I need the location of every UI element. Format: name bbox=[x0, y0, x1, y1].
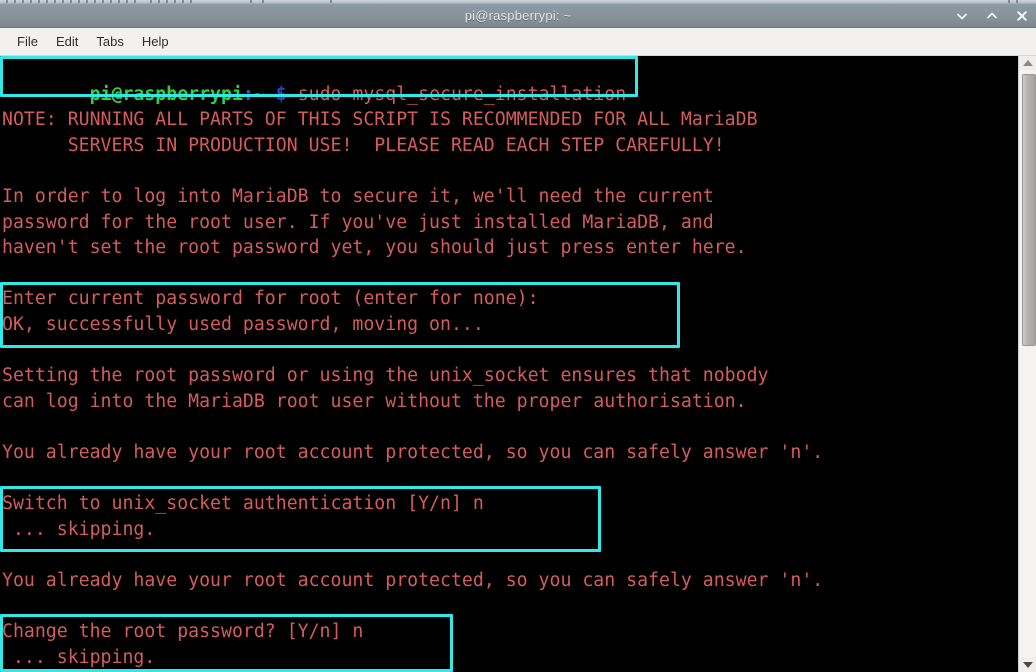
scrollbar[interactable] bbox=[1018, 56, 1036, 672]
terminal-line: NOTE: RUNNING ALL PARTS OF THIS SCRIPT I… bbox=[2, 109, 758, 131]
terminal-line: In order to log into MariaDB to secure i… bbox=[2, 185, 714, 207]
prompt-line: pi@raspberrypi:~ $ sudo mysql_secure_ins… bbox=[0, 56, 1018, 105]
strip-tick bbox=[126, 0, 128, 3]
scrollbar-track[interactable] bbox=[1020, 70, 1036, 658]
strip-tick bbox=[1016, 0, 1018, 3]
scrollbar-up-button[interactable] bbox=[1019, 56, 1036, 70]
window-controls bbox=[954, 4, 1030, 28]
terminal-line: SERVERS IN PRODUCTION USE! PLEASE READ E… bbox=[2, 134, 725, 156]
maximize-icon[interactable] bbox=[984, 8, 1000, 24]
menu-item-edit[interactable]: Edit bbox=[47, 31, 87, 52]
strip-tick bbox=[250, 0, 252, 3]
title-bar[interactable]: pi@raspberrypi: ~ bbox=[0, 4, 1036, 28]
strip-tick bbox=[1008, 0, 1010, 3]
scrollbar-down-button[interactable] bbox=[1019, 658, 1036, 672]
window-title: pi@raspberrypi: ~ bbox=[464, 8, 572, 23]
terminal-line: You already have your root account prote… bbox=[2, 569, 824, 591]
strip-tick bbox=[110, 0, 112, 3]
strip-tick bbox=[158, 0, 160, 3]
close-icon[interactable] bbox=[1014, 8, 1030, 24]
terminal-line: OK, successfully used password, moving o… bbox=[2, 313, 484, 335]
terminal-output[interactable]: pi@raspberrypi:~ $ sudo mysql_secure_ins… bbox=[0, 56, 1018, 672]
strip-tick bbox=[6, 0, 8, 3]
strip-tick bbox=[86, 0, 88, 3]
prompt-user-host: pi@raspberrypi bbox=[89, 83, 243, 105]
strip-tick bbox=[330, 0, 332, 3]
terminal-line: Switch to unix_socket authentication [Y/… bbox=[2, 493, 484, 515]
terminal-window: pi@raspberrypi: ~ File Edit Tabs Help pi… bbox=[0, 0, 1036, 672]
terminal-line: password for the root user. If you've ju… bbox=[2, 211, 714, 233]
strip-tick bbox=[22, 0, 24, 3]
strip-tick bbox=[134, 0, 136, 3]
menu-bar: File Edit Tabs Help bbox=[0, 28, 1036, 56]
scroll-down-icon bbox=[1022, 662, 1033, 668]
scroll-up-icon bbox=[1022, 60, 1033, 66]
scrollbar-thumb[interactable] bbox=[1022, 74, 1036, 346]
prompt-sigil: $ bbox=[275, 83, 287, 105]
strip-tick bbox=[62, 0, 64, 3]
minimize-icon[interactable] bbox=[954, 8, 970, 24]
prompt-path: :~ bbox=[242, 83, 265, 105]
terminal-line: Change the root password? [Y/n] n bbox=[2, 621, 364, 643]
strip-tick bbox=[166, 0, 168, 3]
strip-tick bbox=[174, 0, 176, 3]
strip-tick bbox=[78, 0, 80, 3]
terminal-line: Enter current password for root (enter f… bbox=[2, 288, 539, 310]
terminal-text: pi@raspberrypi:~ $ sudo mysql_secure_ins… bbox=[0, 56, 1018, 670]
terminal-line: ... skipping. bbox=[2, 646, 156, 668]
menu-item-tabs[interactable]: Tabs bbox=[87, 31, 132, 52]
menu-item-file[interactable]: File bbox=[8, 31, 47, 52]
strip-tick bbox=[182, 0, 184, 3]
strip-tick bbox=[94, 0, 96, 3]
strip-tick bbox=[262, 0, 264, 3]
terminal-line: haven't set the root password yet, you s… bbox=[2, 237, 747, 259]
prompt-command: sudo mysql_secure_installation bbox=[297, 83, 627, 105]
strip-tick bbox=[46, 0, 48, 3]
strip-tick bbox=[102, 0, 104, 3]
strip-tick bbox=[150, 0, 152, 3]
menu-item-help[interactable]: Help bbox=[133, 31, 178, 52]
strip-tick bbox=[118, 0, 120, 3]
strip-tick bbox=[14, 0, 16, 3]
strip-tick bbox=[190, 0, 192, 3]
terminal-line: can log into the MariaDB root user witho… bbox=[2, 390, 747, 412]
strip-tick bbox=[70, 0, 72, 3]
terminal-line: You already have your root account prote… bbox=[2, 441, 824, 463]
strip-tick bbox=[30, 0, 32, 3]
terminal-line: ... skipping. bbox=[2, 518, 156, 540]
terminal-line: Setting the root password or using the u… bbox=[2, 365, 769, 387]
strip-tick bbox=[38, 0, 40, 3]
strip-tick bbox=[54, 0, 56, 3]
